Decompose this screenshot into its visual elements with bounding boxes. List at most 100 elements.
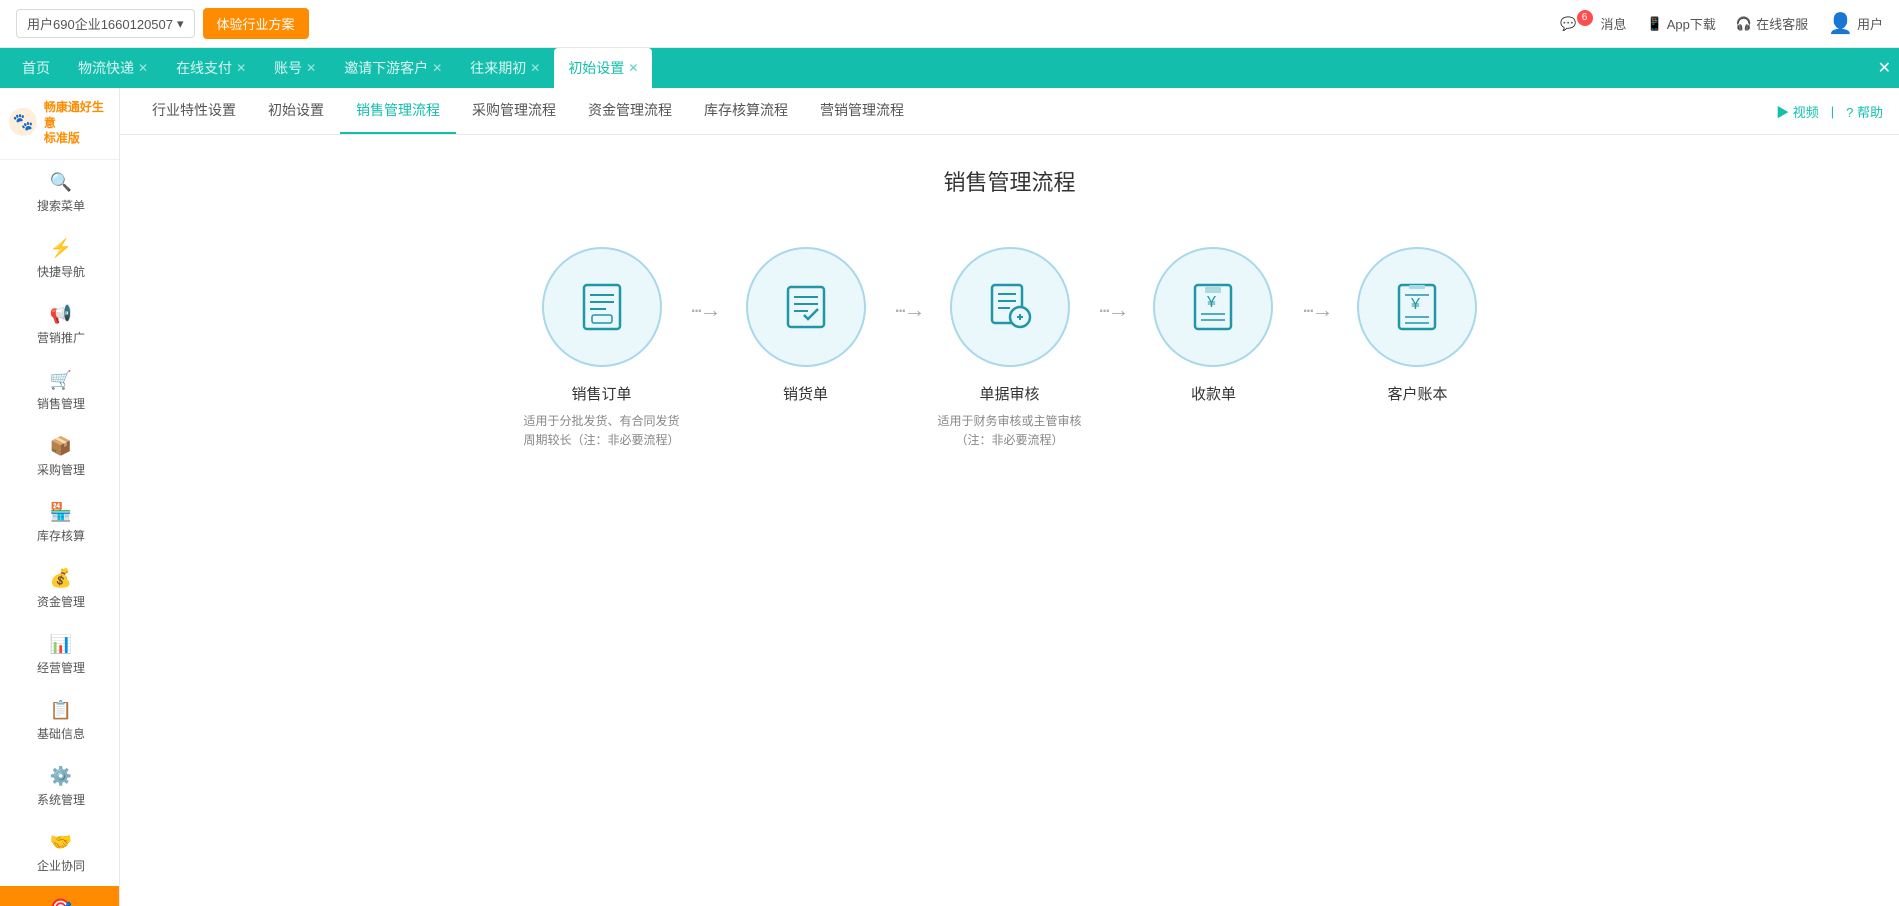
nav-tab-在线支付[interactable]: 在线支付 ✕	[162, 48, 260, 88]
sidebar-item-cooperation[interactable]: 🤝 企业协同	[0, 820, 119, 886]
nav-tab-close-icon[interactable]: ✕	[530, 61, 540, 75]
sidebar-item-newguide[interactable]: 🎯 新手引导	[0, 886, 119, 906]
sidebar-item-system[interactable]: ⚙️ 系统管理	[0, 754, 119, 820]
flow-step-circle-sales-order	[542, 247, 662, 367]
cooperation-icon: 🤝	[50, 832, 72, 853]
sidebar-item-label: 采购管理	[37, 461, 85, 478]
svg-text:¥: ¥	[1206, 294, 1216, 311]
app-download-item[interactable]: 📱 App下载	[1647, 14, 1716, 33]
sub-tab-actions: ▶ 视频 | ? 帮助	[1776, 102, 1883, 121]
sidebar-item-label: 资金管理	[37, 593, 85, 610]
content-area: 行业特性设置初始设置销售管理流程采购管理流程资金管理流程库存核算流程营销管理流程…	[120, 88, 1899, 906]
chevron-down-icon: ▾	[177, 16, 184, 32]
sidebar-item-label: 销售管理	[37, 395, 85, 412]
nav-tab-label: 首页	[22, 58, 50, 78]
sub-tab-资金管理流程[interactable]: 资金管理流程	[572, 88, 688, 134]
messages-badge: 6	[1577, 10, 1593, 26]
close-all-tabs-button[interactable]: ✕	[1878, 58, 1891, 78]
flow-content: 销售管理流程 销售订单 适用于分批发货、有合同发货周期较长（注：非必要流程） ·…	[120, 135, 1899, 906]
flow-steps: 销售订单 适用于分批发货、有合同发货周期较长（注：非必要流程） ···→ 销货单…	[522, 247, 1498, 450]
sidebar: 🐾 畅康通好生意 标准版 🔍 搜索菜单⚡ 快捷导航📢 营销推广🛒 销售管理📦 采…	[0, 88, 120, 906]
messages-label: 消息	[1601, 14, 1627, 33]
download-icon: 📱	[1647, 16, 1663, 32]
flow-step-circle-shipment	[746, 247, 866, 367]
marketing-icon: 📢	[50, 304, 72, 325]
user-selector[interactable]: 用户690企业1660120507 ▾	[16, 9, 195, 38]
flow-step-circle-audit	[950, 247, 1070, 367]
nav-tab-close-icon[interactable]: ✕	[306, 61, 316, 75]
sidebar-item-quicknav[interactable]: ⚡ 快捷导航	[0, 226, 119, 292]
sub-tab-初始设置[interactable]: 初始设置	[252, 88, 340, 134]
flow-step-desc-sales-order: 适用于分批发货、有合同发货周期较长（注：非必要流程）	[522, 412, 682, 450]
sidebar-item-label: 企业协同	[37, 857, 85, 874]
message-icon: 💬	[1560, 16, 1576, 32]
newguide-icon: 🎯	[50, 898, 72, 906]
flow-step-shipment[interactable]: 销货单	[726, 247, 886, 412]
nav-tab-close-icon[interactable]: ✕	[138, 61, 148, 75]
logo-text: 畅康通好生意 标准版	[44, 100, 111, 147]
nav-tab-账号[interactable]: 账号 ✕	[260, 48, 330, 88]
nav-tab-label: 往来期初	[470, 58, 526, 78]
sub-tab-销售管理流程[interactable]: 销售管理流程	[340, 88, 456, 134]
nav-tab-首页[interactable]: 首页	[8, 48, 64, 88]
nav-tab-邀请下游客户[interactable]: 邀请下游客户 ✕	[330, 48, 456, 88]
user-label: 用户690企业1660120507	[27, 14, 173, 33]
operation-icon: 📊	[50, 634, 72, 655]
sidebar-item-inventory[interactable]: 🏪 库存核算	[0, 490, 119, 556]
nav-tab-物流快递[interactable]: 物流快递 ✕	[64, 48, 162, 88]
flow-step-circle-account: ¥	[1357, 247, 1477, 367]
nav-tab-close-icon[interactable]: ✕	[628, 61, 638, 75]
sub-tab-行业特性设置[interactable]: 行业特性设置	[136, 88, 252, 134]
sidebar-item-label: 基础信息	[37, 725, 85, 742]
nav-tab-close-icon[interactable]: ✕	[432, 61, 442, 75]
sidebar-items: 🔍 搜索菜单⚡ 快捷导航📢 营销推广🛒 销售管理📦 采购管理🏪 库存核算💰 资金…	[0, 160, 119, 906]
flow-step-receipt[interactable]: ¥ 收款单	[1133, 247, 1293, 412]
sidebar-item-purchase[interactable]: 📦 采购管理	[0, 424, 119, 490]
online-service-item[interactable]: 🎧 在线客服	[1736, 14, 1808, 33]
sidebar-item-operation[interactable]: 📊 经营管理	[0, 622, 119, 688]
sidebar-item-sales[interactable]: 🛒 销售管理	[0, 358, 119, 424]
video-link[interactable]: ▶ 视频	[1776, 102, 1819, 121]
flow-step-name-receipt: 收款单	[1191, 383, 1236, 404]
sidebar-item-basicinfo[interactable]: 📋 基础信息	[0, 688, 119, 754]
flow-arrow-3: ···→	[1098, 247, 1126, 323]
flow-step-name-audit: 单据审核	[979, 383, 1039, 404]
sidebar-item-label: 快捷导航	[37, 263, 85, 280]
nav-tab-label: 初始设置	[568, 58, 624, 78]
nav-tab-初始设置[interactable]: 初始设置 ✕	[554, 48, 652, 88]
app-download-label: App下载	[1667, 14, 1716, 33]
flow-step-sales-order[interactable]: 销售订单 适用于分批发货、有合同发货周期较长（注：非必要流程）	[522, 247, 682, 450]
sidebar-item-search[interactable]: 🔍 搜索菜单	[0, 160, 119, 226]
flow-title: 销售管理流程	[943, 165, 1075, 197]
flow-step-name-shipment: 销货单	[783, 383, 828, 404]
sub-tab-营销管理流程[interactable]: 营销管理流程	[804, 88, 920, 134]
user-avatar-icon: 👤	[1828, 11, 1853, 36]
messages-item[interactable]: 💬 6 消息	[1560, 14, 1626, 33]
nav-tab-往来期初[interactable]: 往来期初 ✕	[456, 48, 554, 88]
experience-button[interactable]: 体验行业方案	[203, 8, 309, 39]
flow-arrow-2: ···→	[894, 247, 922, 323]
flow-step-account[interactable]: ¥ 客户账本	[1337, 247, 1497, 412]
sidebar-item-finance[interactable]: 💰 资金管理	[0, 556, 119, 622]
finance-icon: 💰	[50, 568, 72, 589]
flow-step-audit[interactable]: 单据审核 适用于财务审核或主管审核（注：非必要流程）	[930, 247, 1090, 450]
sub-tab-库存核算流程[interactable]: 库存核算流程	[688, 88, 804, 134]
nav-tab-close-icon[interactable]: ✕	[236, 61, 246, 75]
quicknav-icon: ⚡	[50, 238, 72, 259]
sidebar-logo: 🐾 畅康通好生意 标准版	[0, 88, 119, 160]
flow-step-name-sales-order: 销售订单	[572, 383, 632, 404]
nav-tab-label: 邀请下游客户	[344, 58, 428, 78]
sub-tab-采购管理流程[interactable]: 采购管理流程	[456, 88, 572, 134]
sidebar-item-label: 经营管理	[37, 659, 85, 676]
flow-step-desc-audit: 适用于财务审核或主管审核（注：非必要流程）	[930, 412, 1090, 450]
flow-step-circle-receipt: ¥	[1153, 247, 1273, 367]
sidebar-item-label: 系统管理	[37, 791, 85, 808]
help-icon: ?	[1846, 105, 1853, 120]
sidebar-item-marketing[interactable]: 📢 营销推广	[0, 292, 119, 358]
user-menu-item[interactable]: 👤 用户	[1828, 11, 1883, 36]
nav-tab-label: 物流快递	[78, 58, 134, 78]
help-link[interactable]: ? 帮助	[1846, 102, 1883, 121]
search-icon: 🔍	[50, 172, 72, 193]
svg-text:🐾: 🐾	[13, 113, 34, 132]
sidebar-item-label: 搜索菜单	[37, 197, 85, 214]
